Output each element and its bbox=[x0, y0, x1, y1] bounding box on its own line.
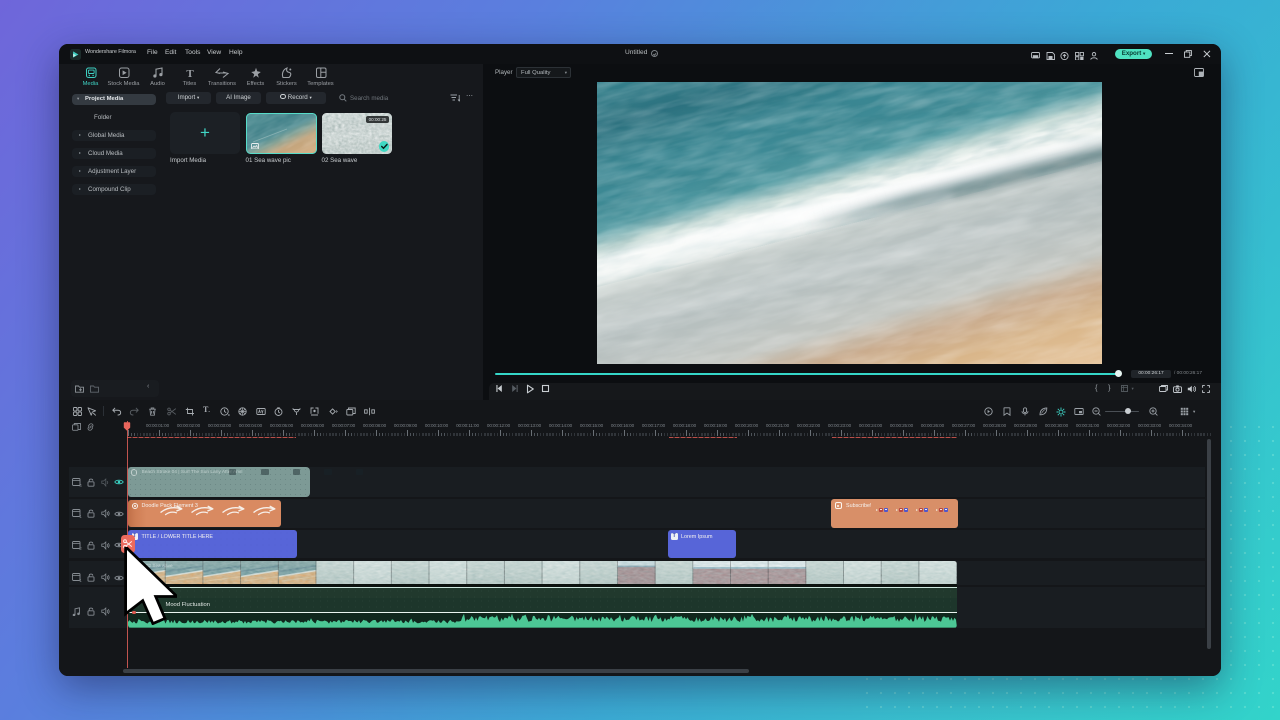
svg-text:2: 2 bbox=[79, 546, 82, 550]
svg-text:1: 1 bbox=[79, 514, 82, 518]
svg-text:4: 4 bbox=[79, 483, 82, 487]
svg-text:T: T bbox=[186, 68, 194, 79]
svg-text:1: 1 bbox=[79, 578, 82, 582]
